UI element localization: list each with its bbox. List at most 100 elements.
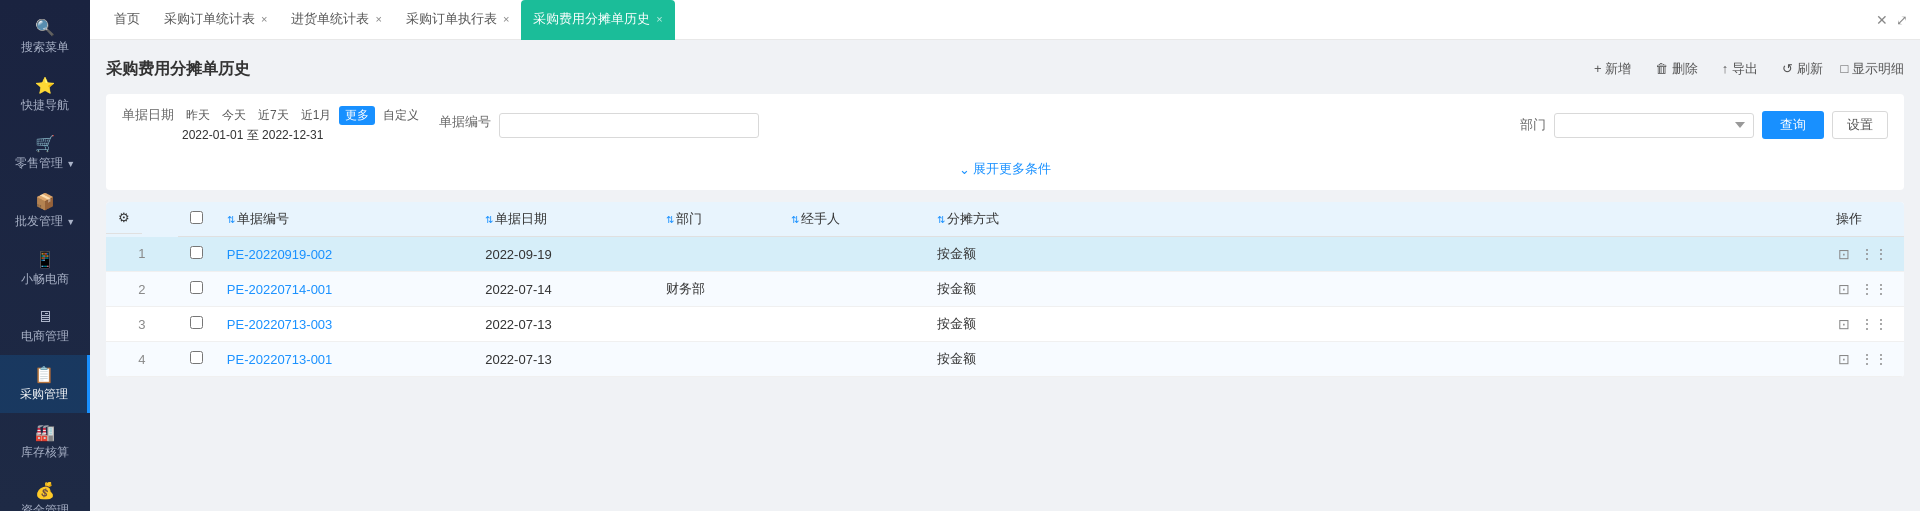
- sidebar-icon-retail: 🛒: [4, 134, 86, 153]
- sidebar-icon-micro: 📱: [4, 250, 86, 269]
- row-dept-1: 财务部: [654, 272, 780, 307]
- tab-close-purchase-order-stats[interactable]: ×: [261, 13, 267, 25]
- filter-area: 单据日期 昨天 今天 近7天 近1月 更多 自定义 2022-01-01 至 2…: [106, 94, 1904, 190]
- row-select-0[interactable]: [190, 246, 203, 259]
- sidebar-label-quick: 快捷导航: [21, 98, 69, 112]
- sidebar-label-micro: 小畅电商: [21, 272, 69, 286]
- last1month-btn[interactable]: 近1月: [297, 106, 336, 125]
- sidebar-label-purchase: 采购管理: [20, 387, 68, 401]
- sidebar-item-micro[interactable]: 📱 小畅电商: [0, 240, 90, 298]
- dept-select[interactable]: [1554, 113, 1754, 138]
- chevron-down-icon: ⌄: [959, 162, 970, 177]
- tab-close-inbound-stats[interactable]: ×: [375, 13, 381, 25]
- row-num-0: 1: [106, 237, 178, 272]
- row-select-2[interactable]: [190, 316, 203, 329]
- close-window-icon[interactable]: ✕: [1876, 12, 1888, 28]
- more-icon-3[interactable]: ⋮⋮: [1858, 349, 1890, 369]
- tab-inbound-stats[interactable]: 进货单统计表×: [279, 0, 393, 40]
- fullscreen-icon[interactable]: ⤢: [1896, 12, 1908, 28]
- delete-button[interactable]: 🗑 删除: [1649, 56, 1704, 82]
- view-icon-2[interactable]: ⊡: [1836, 314, 1852, 334]
- tab-close-purchase-order-exec[interactable]: ×: [503, 13, 509, 25]
- row-select-1[interactable]: [190, 281, 203, 294]
- date-range-display: 2022-01-01 至 2022-12-31: [182, 127, 423, 144]
- row-doc-date-2: 2022-07-13: [473, 307, 654, 342]
- expand-filter-wrap: ⌄ 展开更多条件: [122, 152, 1888, 178]
- row-action-0: ⊡ ⋮⋮: [1824, 237, 1904, 272]
- more-icon-2[interactable]: ⋮⋮: [1858, 314, 1890, 334]
- row-select-3[interactable]: [190, 351, 203, 364]
- sidebar-item-wholesale[interactable]: 📦 批发管理 ▼: [0, 182, 90, 240]
- doc-no-label: 单据编号: [439, 113, 491, 131]
- handler-sort-icon: ⇅: [791, 214, 799, 225]
- tab-purchase-order-stats[interactable]: 采购订单统计表×: [152, 0, 279, 40]
- row-num-2: 3: [106, 307, 178, 342]
- table-body: 1 PE-20220919-002 2022-09-19 按金额 ⊡ ⋮⋮ 2: [106, 237, 1904, 377]
- arrow-icon: ▼: [66, 217, 75, 227]
- sidebar-icon-purchase: 📋: [4, 365, 83, 384]
- row-dept-0: [654, 237, 780, 272]
- last7days-btn[interactable]: 近7天: [254, 106, 293, 125]
- expand-filter-label: 展开更多条件: [973, 160, 1051, 178]
- sidebar-item-ecommerce[interactable]: 🖥 电商管理: [0, 298, 90, 355]
- doc-no-link-1[interactable]: PE-20220714-001: [227, 282, 333, 297]
- show-cols-button[interactable]: □ 显示明细: [1841, 60, 1904, 78]
- tabs-right-controls: ✕ ⤢: [1876, 12, 1908, 28]
- more-icon-1[interactable]: ⋮⋮: [1858, 279, 1890, 299]
- sidebar-label-wholesale: 批发管理: [15, 214, 63, 228]
- sidebar-item-purchase[interactable]: 📋 采购管理: [0, 355, 90, 413]
- refresh-button[interactable]: ↺ 刷新: [1776, 56, 1829, 82]
- sidebar-item-inventory[interactable]: 🏭 库存核算: [0, 413, 90, 471]
- tab-home[interactable]: 首页: [102, 0, 152, 40]
- row-doc-no-2: PE-20220713-003: [215, 307, 473, 342]
- arrow-icon: ▼: [66, 159, 75, 169]
- tab-close-purchase-cost-history[interactable]: ×: [656, 13, 662, 25]
- data-table: ⚙ ⇅单据编号 ⇅单据日期 ⇅部门: [106, 202, 1904, 377]
- table-row: 1 PE-20220919-002 2022-09-19 按金额 ⊡ ⋮⋮: [106, 237, 1904, 272]
- sidebar-icon-search: 🔍: [4, 18, 86, 37]
- expand-filter-button[interactable]: ⌄ 展开更多条件: [959, 160, 1051, 178]
- row-doc-no-0: PE-20220919-002: [215, 237, 473, 272]
- tab-purchase-cost-history[interactable]: 采购费用分摊单历史×: [521, 0, 674, 40]
- split-method-sort-icon: ⇅: [937, 214, 945, 225]
- sidebar-item-search[interactable]: 🔍 搜索菜单: [0, 8, 90, 66]
- row-doc-date-3: 2022-07-13: [473, 342, 654, 377]
- doc-no-link-3[interactable]: PE-20220713-001: [227, 352, 333, 367]
- add-button[interactable]: + 新增: [1588, 56, 1637, 82]
- custom-date-btn[interactable]: 自定义: [379, 106, 423, 125]
- view-icon-1[interactable]: ⊡: [1836, 279, 1852, 299]
- doc-no-filter-group: 单据编号: [439, 113, 759, 138]
- filter-settings-button[interactable]: 设置: [1832, 111, 1888, 139]
- row-action-2: ⊡ ⋮⋮: [1824, 307, 1904, 342]
- sidebar-icon-ecommerce: 🖥: [4, 308, 86, 326]
- row-doc-no-1: PE-20220714-001: [215, 272, 473, 307]
- row-handler-3: [779, 342, 925, 377]
- view-icon-0[interactable]: ⊡: [1836, 244, 1852, 264]
- export-button[interactable]: ↑ 导出: [1716, 56, 1764, 82]
- col-split-method-header: ⇅分摊方式: [925, 202, 1824, 237]
- sidebar-label-ecommerce: 电商管理: [21, 329, 69, 343]
- sidebar-item-retail[interactable]: 🛒 零售管理 ▼: [0, 124, 90, 182]
- select-all-checkbox[interactable]: [190, 211, 203, 224]
- row-doc-date-0: 2022-09-19: [473, 237, 654, 272]
- tab-label-home: 首页: [114, 10, 140, 28]
- sidebar-item-finance[interactable]: 💰 资金管理: [0, 471, 90, 511]
- doc-no-input[interactable]: [499, 113, 759, 138]
- sidebar-label-inventory: 库存核算: [21, 445, 69, 459]
- col-action-header: 操作: [1824, 202, 1904, 237]
- settings-icon[interactable]: ⚙: [118, 210, 130, 225]
- row-split-method-2: 按金额: [925, 307, 1824, 342]
- doc-no-link-2[interactable]: PE-20220713-003: [227, 317, 333, 332]
- doc-date-sort-icon: ⇅: [485, 214, 493, 225]
- view-icon-3[interactable]: ⊡: [1836, 349, 1852, 369]
- more-icon-0[interactable]: ⋮⋮: [1858, 244, 1890, 264]
- tab-purchase-order-exec[interactable]: 采购订单执行表×: [394, 0, 521, 40]
- tabs-bar: 首页采购订单统计表×进货单统计表×采购订单执行表×采购费用分摊单历史× ✕ ⤢: [90, 0, 1920, 40]
- query-button[interactable]: 查询: [1762, 111, 1824, 139]
- sidebar-item-quick[interactable]: ⭐ 快捷导航: [0, 66, 90, 124]
- today-btn[interactable]: 今天: [218, 106, 250, 125]
- more-dates-btn[interactable]: 更多: [339, 106, 375, 125]
- yesterday-btn[interactable]: 昨天: [182, 106, 214, 125]
- sidebar-icon-quick: ⭐: [4, 76, 86, 95]
- doc-no-link-0[interactable]: PE-20220919-002: [227, 247, 333, 262]
